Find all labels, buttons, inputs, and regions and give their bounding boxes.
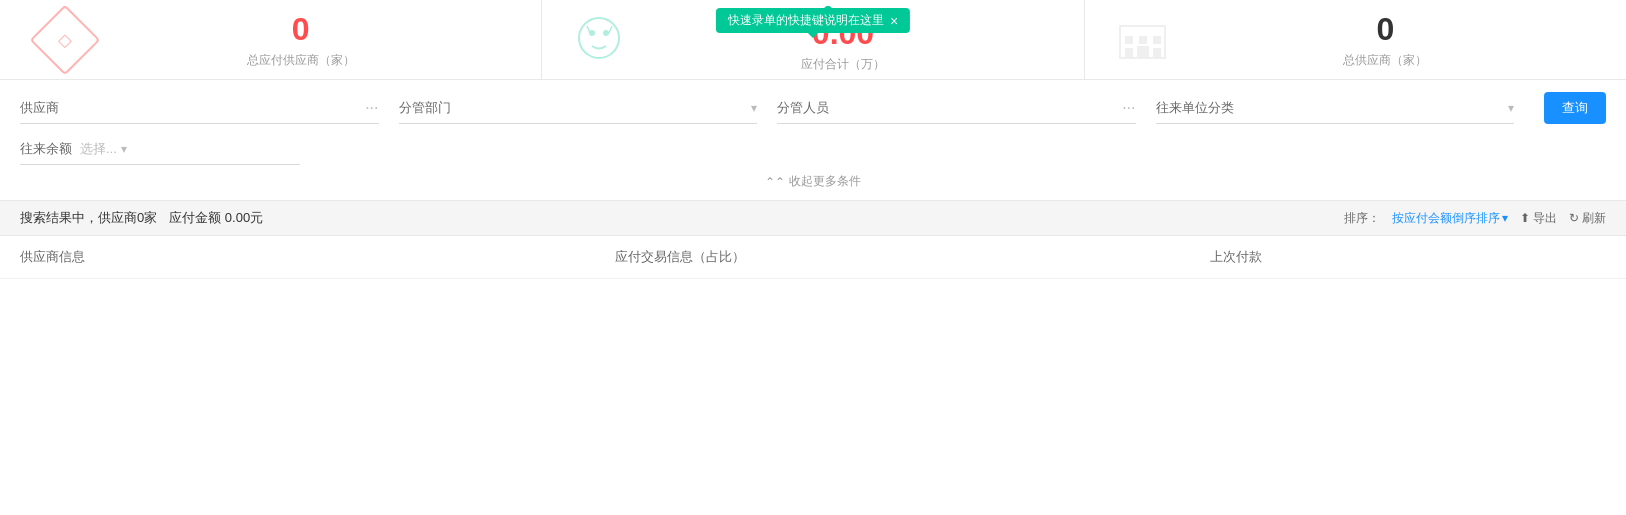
svg-rect-5: [1139, 36, 1147, 44]
results-actions: 排序： 按应付会额倒序排序 ▾ ⬆ 导出 ↻ 刷新: [1344, 210, 1606, 227]
svg-point-0: [579, 18, 619, 58]
stats-bar: ◇ 0 总应付供应商（家） 快速录单的快捷键说明在这里 ×: [0, 0, 1626, 80]
refresh-label: 刷新: [1582, 210, 1606, 227]
table-col-supplier: 供应商信息: [20, 248, 615, 266]
balance-select-wrapper: 选择... ▾: [80, 140, 300, 158]
svg-rect-8: [1153, 48, 1161, 58]
results-amount-text: 应付金额 0.00元: [169, 209, 263, 227]
filter-supplier: 供应商 ···: [20, 99, 379, 124]
export-label: 导出: [1533, 210, 1557, 227]
results-supplier-text: 搜索结果中，供应商0家: [20, 209, 157, 227]
sort-label: 排序：: [1344, 210, 1380, 227]
sort-option-text: 按应付会额倒序排序: [1392, 210, 1500, 227]
table-col-transaction: 应付交易信息（占比）: [615, 248, 1210, 266]
department-input[interactable]: [459, 100, 744, 115]
table-header: 供应商信息 应付交易信息（占比） 上次付款: [0, 236, 1626, 279]
balance-label: 往来余额: [20, 140, 72, 158]
svg-rect-6: [1153, 36, 1161, 44]
table-body: [0, 279, 1626, 515]
department-label: 分管部门: [399, 99, 451, 117]
payable-suppliers-label: 总应付供应商（家）: [247, 52, 355, 69]
unit-category-arrow-icon[interactable]: ▾: [1508, 101, 1514, 115]
svg-point-2: [603, 30, 609, 36]
person-label: 分管人员: [777, 99, 829, 117]
tooltip-close-button[interactable]: ×: [890, 14, 898, 28]
svg-rect-7: [1125, 48, 1133, 58]
refresh-button[interactable]: ↻ 刷新: [1569, 210, 1606, 227]
filter-person: 分管人员 ···: [777, 99, 1136, 124]
filter-department: 分管部门 ▾: [399, 99, 758, 124]
supplier-label: 供应商: [20, 99, 70, 117]
person-input[interactable]: [837, 100, 1114, 115]
export-icon: ⬆: [1520, 211, 1530, 225]
search-button[interactable]: 查询: [1544, 92, 1606, 124]
diamond-icon: ◇: [40, 15, 90, 65]
department-arrow-icon[interactable]: ▾: [751, 101, 757, 115]
collapse-label: 收起更多条件: [789, 173, 861, 190]
unit-category-input[interactable]: [1242, 100, 1501, 115]
sort-select[interactable]: 按应付会额倒序排序 ▾: [1392, 210, 1508, 227]
unit-category-label: 往来单位分类: [1156, 99, 1234, 117]
export-button[interactable]: ⬆ 导出: [1520, 210, 1557, 227]
stats-total-suppliers: 0 总供应商（家）: [1085, 0, 1626, 79]
supplier-input[interactable]: [78, 100, 357, 115]
payable-suppliers-number: 0: [247, 10, 355, 48]
person-more-icon[interactable]: ···: [1122, 99, 1135, 117]
stats-total-payable-suppliers: ◇ 0 总应付供应商（家）: [0, 0, 542, 79]
filter-unit-category: 往来单位分类 ▾: [1156, 99, 1515, 124]
filter-balance: 往来余额 选择... ▾: [20, 140, 300, 165]
balance-arrow-icon[interactable]: ▾: [121, 142, 127, 156]
total-suppliers-label: 总供应商（家）: [1343, 52, 1427, 69]
svg-rect-4: [1125, 36, 1133, 44]
filter-row-2: 往来余额 选择... ▾: [20, 140, 1606, 165]
collapse-button[interactable]: ⌃⌃ 收起更多条件: [765, 173, 861, 190]
search-button-wrapper: 查询: [1544, 92, 1606, 130]
filter-area: 供应商 ··· 分管部门 ▾ 分管人员 ··· 往来单位分类 ▾ 查询: [0, 80, 1626, 201]
payable-total-label: 应付合计（万）: [801, 56, 885, 73]
supplier-more-icon[interactable]: ···: [365, 99, 378, 117]
building-icon: [1115, 16, 1170, 64]
results-bar: 搜索结果中，供应商0家 应付金额 0.00元 排序： 按应付会额倒序排序 ▾ ⬆…: [0, 201, 1626, 236]
collapse-arrow-icon: ⌃⌃: [765, 175, 785, 189]
quick-entry-tooltip: 快速录单的快捷键说明在这里 ×: [716, 8, 910, 33]
cat-icon: [572, 11, 627, 69]
results-summary: 搜索结果中，供应商0家 应付金额 0.00元: [20, 209, 263, 227]
stats-payable-total: 快速录单的快捷键说明在这里 × 0.00 应付合计（万）: [542, 0, 1084, 79]
table-col-last-payment: 上次付款: [1210, 248, 1607, 266]
tooltip-text: 快速录单的快捷键说明在这里: [728, 12, 884, 29]
filter-row-1: 供应商 ··· 分管部门 ▾ 分管人员 ··· 往来单位分类 ▾ 查询: [20, 92, 1606, 130]
refresh-icon: ↻: [1569, 211, 1579, 225]
sort-arrow-icon: ▾: [1502, 211, 1508, 225]
balance-placeholder: 选择...: [80, 140, 117, 158]
svg-rect-9: [1137, 46, 1149, 58]
total-suppliers-number: 0: [1343, 10, 1427, 48]
